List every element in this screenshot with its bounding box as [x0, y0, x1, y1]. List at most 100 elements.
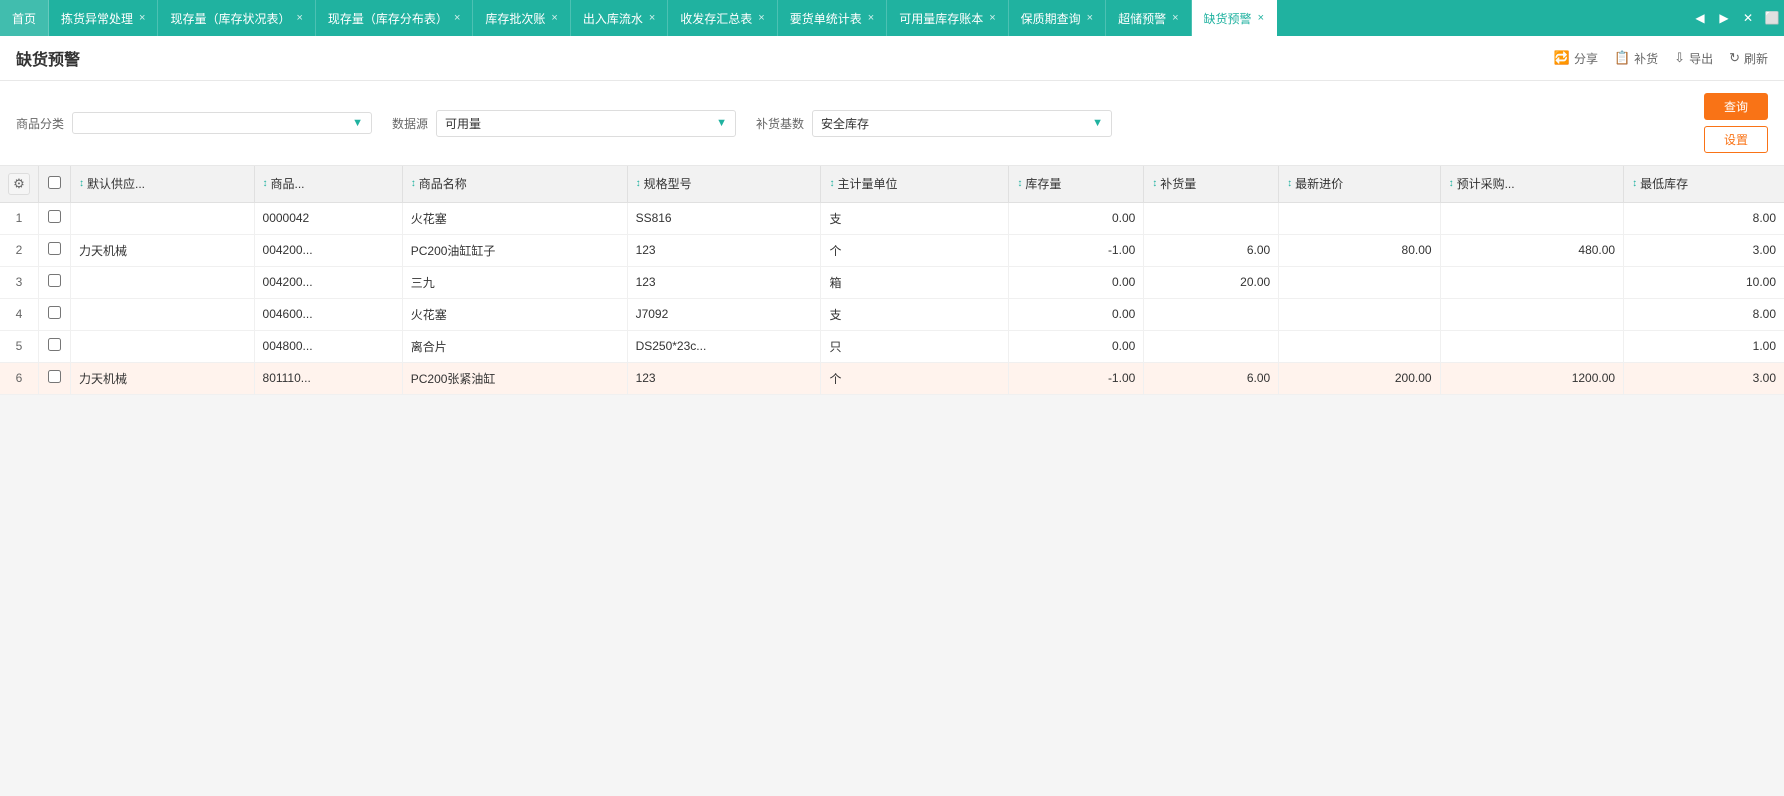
tab-maximize-btn[interactable]: ⬜: [1760, 0, 1784, 36]
cell-stock-2: -1.00: [1009, 234, 1144, 266]
tab-overstock[interactable]: 超储预警 ×: [1106, 0, 1191, 36]
column-settings-icon[interactable]: ⚙: [8, 173, 30, 195]
tab-nav-next[interactable]: ▶: [1712, 0, 1736, 36]
tab-close-order-stats[interactable]: ×: [868, 12, 874, 24]
tab-close-batch-account[interactable]: ×: [551, 12, 557, 24]
cell-replenish-5: [1144, 330, 1279, 362]
filter-actions: 查询 设置: [1704, 93, 1768, 153]
cell-est-3: [1440, 266, 1624, 298]
cell-spec-2: 123: [627, 234, 821, 266]
sort-icon-min: ↕: [1632, 178, 1637, 189]
row-check-4[interactable]: [48, 306, 61, 319]
sort-icon-supplier: ↕: [79, 178, 84, 189]
tab-home[interactable]: 首页: [0, 0, 49, 36]
cell-min-2: 3.00: [1624, 234, 1784, 266]
th-default-supplier[interactable]: ↕ 默认供应...: [71, 166, 255, 202]
datasource-label: 数据源: [392, 115, 428, 132]
select-all-checkbox[interactable]: [48, 176, 61, 189]
category-arrow-icon: ▼: [352, 117, 363, 129]
share-button[interactable]: 🔁 分享: [1554, 50, 1598, 67]
tab-close-inventory-dist[interactable]: ×: [454, 12, 460, 24]
replenish-filter-group: 补货基数 安全库存 ▼: [756, 110, 1112, 137]
cell-price-3: [1279, 266, 1440, 298]
table-row: 6 力天机械 801110... PC200张紧油缸 123 个 -1.00 6…: [0, 362, 1784, 394]
tab-order-stats[interactable]: 要货单统计表 ×: [778, 0, 887, 36]
tab-receive-summary[interactable]: 收发存汇总表 ×: [668, 0, 777, 36]
cell-name-1: 火花塞: [402, 202, 627, 234]
tab-inventory-dist[interactable]: 现存量（库存分布表） ×: [316, 0, 473, 36]
cell-supplier-2: 力天机械: [71, 234, 255, 266]
row-checkbox-4[interactable]: [39, 298, 71, 330]
th-unit[interactable]: ↕ 主计量单位: [821, 166, 1009, 202]
settings-button[interactable]: 设置: [1704, 126, 1768, 153]
row-check-5[interactable]: [48, 338, 61, 351]
tab-expiry-query[interactable]: 保质期查询 ×: [1009, 0, 1106, 36]
replenish-select[interactable]: 安全库存 ▼: [812, 110, 1112, 137]
cell-spec-6: 123: [627, 362, 821, 394]
cell-code-2: 004200...: [254, 234, 402, 266]
tab-shortage[interactable]: 缺货预警 ×: [1192, 0, 1277, 36]
row-check-1[interactable]: [48, 210, 61, 223]
th-latest-price[interactable]: ↕ 最新进价: [1279, 166, 1440, 202]
tab-close-shortage[interactable]: ×: [1258, 12, 1264, 24]
tab-close-btn[interactable]: ✕: [1736, 0, 1760, 36]
row-checkbox-3[interactable]: [39, 266, 71, 298]
cell-supplier-5: [71, 330, 255, 362]
page-container: 缺货预警 🔁 分享 📋 补货 ⇩ 导出 ↻ 刷新 商品分类: [0, 36, 1784, 395]
tab-available-ledger[interactable]: 可用量库存账本 ×: [887, 0, 1008, 36]
refresh-button[interactable]: ↻ 刷新: [1729, 50, 1768, 67]
query-button[interactable]: 查询: [1704, 93, 1768, 120]
tab-close-abnormal[interactable]: ×: [139, 12, 145, 24]
tab-in-out-flow[interactable]: 出入库流水 ×: [571, 0, 668, 36]
row-checkbox-1[interactable]: [39, 202, 71, 234]
th-spec[interactable]: ↕ 规格型号: [627, 166, 821, 202]
row-check-3[interactable]: [48, 274, 61, 287]
cell-code-5: 004800...: [254, 330, 402, 362]
tab-inventory-status[interactable]: 现存量（库存状况表） ×: [158, 0, 315, 36]
cell-name-2: PC200油缸缸子: [402, 234, 627, 266]
row-checkbox-2[interactable]: [39, 234, 71, 266]
tab-batch-account[interactable]: 库存批次账 ×: [473, 0, 570, 36]
cell-spec-1: SS816: [627, 202, 821, 234]
th-min-stock[interactable]: ↕ 最低库存: [1624, 166, 1784, 202]
table-row: 5 004800... 离合片 DS250*23c... 只 0.00 1.00: [0, 330, 1784, 362]
th-stock-qty[interactable]: ↕ 库存量: [1009, 166, 1144, 202]
cell-spec-5: DS250*23c...: [627, 330, 821, 362]
row-num-6: 6: [0, 362, 39, 394]
replenish-button[interactable]: 📋 补货: [1614, 50, 1658, 67]
th-est-purchase[interactable]: ↕ 预计采购...: [1440, 166, 1624, 202]
row-num-5: 5: [0, 330, 39, 362]
row-checkbox-6[interactable]: [39, 362, 71, 394]
th-product-name[interactable]: ↕ 商品名称: [402, 166, 627, 202]
cell-replenish-1: [1144, 202, 1279, 234]
tab-close-expiry-query[interactable]: ×: [1087, 12, 1093, 24]
cell-replenish-6: 6.00: [1144, 362, 1279, 394]
row-check-6[interactable]: [48, 370, 61, 383]
cell-unit-2: 个: [821, 234, 1009, 266]
row-checkbox-5[interactable]: [39, 330, 71, 362]
cell-code-4: 004600...: [254, 298, 402, 330]
cell-unit-6: 个: [821, 362, 1009, 394]
tab-close-overstock[interactable]: ×: [1172, 12, 1178, 24]
row-num-2: 2: [0, 234, 39, 266]
table-row: 2 力天机械 004200... PC200油缸缸子 123 个 -1.00 6…: [0, 234, 1784, 266]
sort-icon-stock: ↕: [1017, 178, 1022, 189]
tab-close-available-ledger[interactable]: ×: [989, 12, 995, 24]
tab-close-receive-summary[interactable]: ×: [758, 12, 764, 24]
tab-abnormal[interactable]: 拣货异常处理 ×: [49, 0, 158, 36]
tab-close-in-out-flow[interactable]: ×: [649, 12, 655, 24]
th-replenish-qty[interactable]: ↕ 补货量: [1144, 166, 1279, 202]
export-button[interactable]: ⇩ 导出: [1674, 50, 1713, 67]
th-product-code[interactable]: ↕ 商品...: [254, 166, 402, 202]
category-select[interactable]: ▼: [72, 112, 372, 134]
cell-min-1: 8.00: [1624, 202, 1784, 234]
row-check-2[interactable]: [48, 242, 61, 255]
tab-close-inventory-status[interactable]: ×: [296, 12, 302, 24]
cell-name-3: 三九: [402, 266, 627, 298]
tab-nav-prev[interactable]: ◀: [1688, 0, 1712, 36]
datasource-select[interactable]: 可用量 ▼: [436, 110, 736, 137]
cell-price-6: 200.00: [1279, 362, 1440, 394]
table-row: 1 0000042 火花塞 SS816 支 0.00 8.00: [0, 202, 1784, 234]
cell-unit-5: 只: [821, 330, 1009, 362]
share-icon: 🔁: [1554, 50, 1570, 66]
